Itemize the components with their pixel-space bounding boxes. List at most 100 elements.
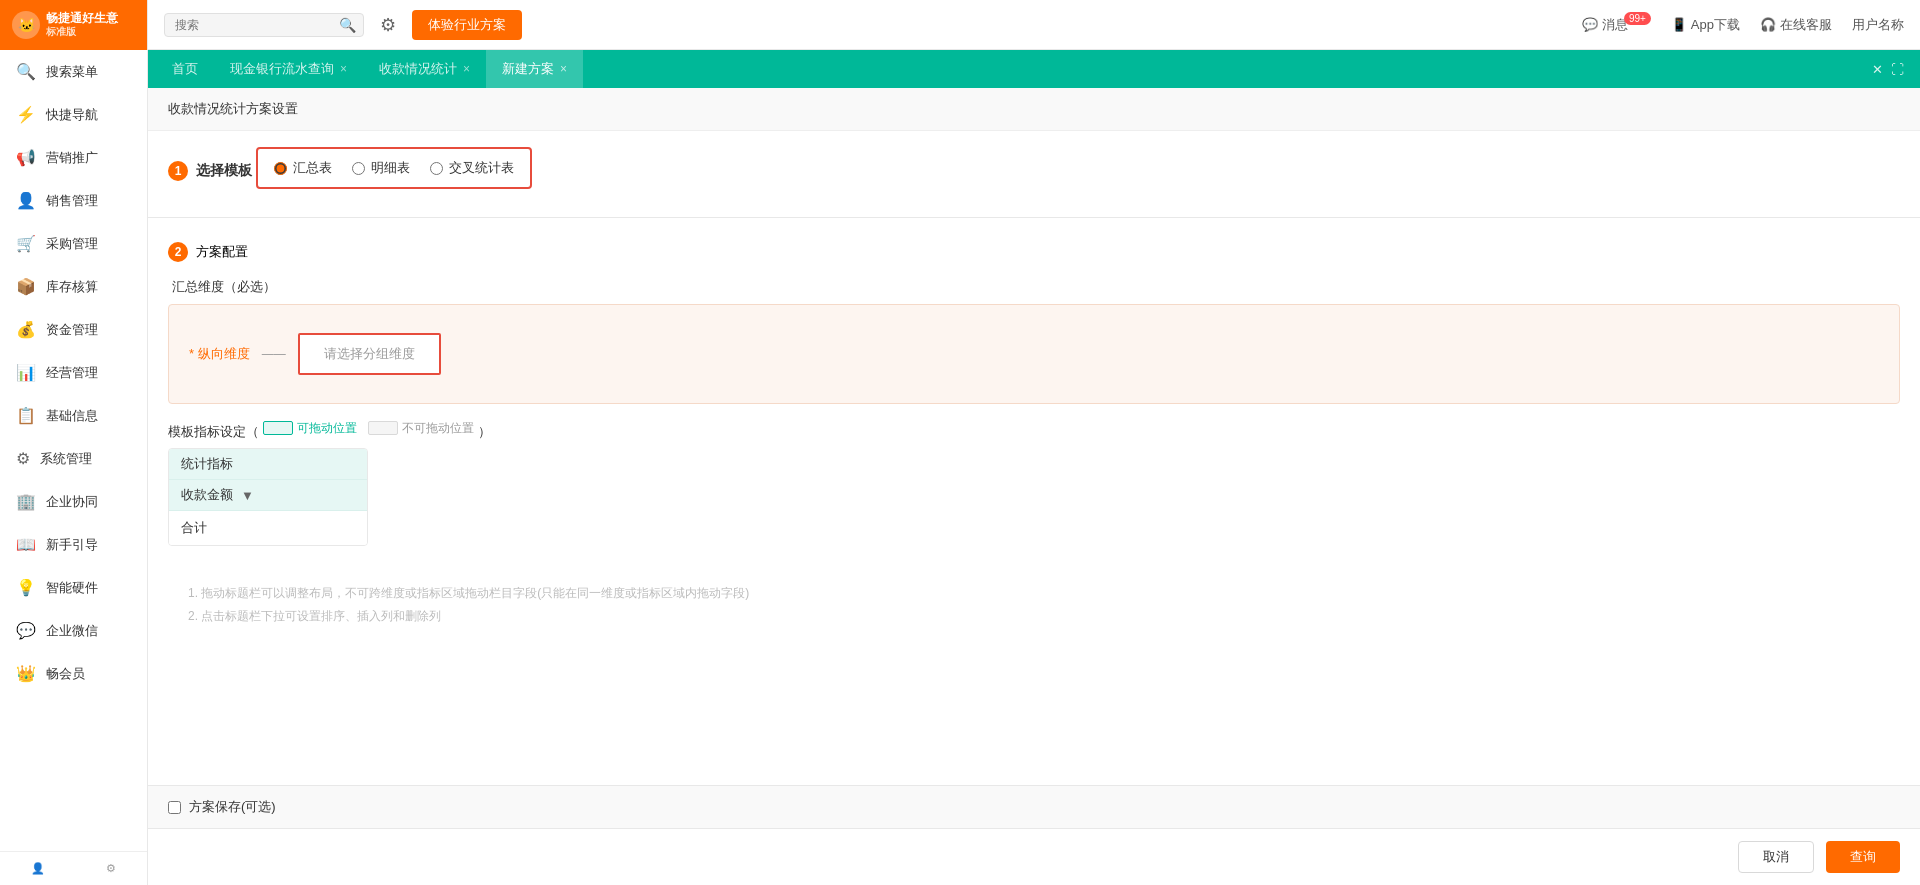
section-config: 2 方案配置 汇总维度（必选） * 纵向维度 —— 请选择分组维度 模板指标设定… (148, 226, 1920, 660)
notification-item[interactable]: 💬 消息 99+ (1582, 16, 1651, 34)
sidebar-item-3[interactable]: 👤 销售管理 (0, 179, 147, 222)
query-button[interactable]: 查询 (1826, 841, 1900, 873)
cancel-button[interactable]: 取消 (1738, 841, 1814, 873)
tab-label-0: 首页 (172, 60, 198, 78)
radio-detail[interactable]: 明细表 (352, 159, 410, 177)
sidebar-icon-3: 👤 (16, 191, 36, 210)
radio-cross-input[interactable] (430, 162, 443, 175)
sidebar-label-12: 智能硬件 (46, 579, 98, 597)
sidebar-label-8: 基础信息 (46, 407, 98, 425)
step2-label: 2 方案配置 (168, 242, 1900, 262)
sidebar-item-0[interactable]: 🔍搜索菜单 (0, 50, 147, 93)
tab-close-3[interactable]: × (560, 62, 567, 76)
sidebar-item-11[interactable]: 📖 新手引导 (0, 523, 147, 566)
stats-label-row: 统计指标 (169, 449, 367, 480)
sidebar-label-3: 销售管理 (46, 192, 98, 210)
save-checkbox-label[interactable]: 方案保存(可选) (189, 798, 276, 816)
tab-close-1[interactable]: × (340, 62, 347, 76)
indicator-label: 模板指标设定（ 可拖动位置 不可拖动位置 ） (168, 420, 1900, 441)
sidebar-item-4[interactable]: 🛒 采购管理 (0, 222, 147, 265)
sidebar-item-13[interactable]: 💬企业微信 (0, 609, 147, 652)
sidebar-label-5: 库存核算 (46, 278, 98, 296)
indicator-table: 统计指标 收款金额 ▼ 合计 (168, 448, 368, 546)
step1-label: 1 选择模板 (168, 161, 252, 181)
stats-label: 统计指标 (181, 455, 233, 473)
section-template: 1 选择模板 汇总表 明细表 (148, 131, 1920, 209)
sidebar-label-14: 畅会员 (46, 665, 85, 683)
search-input[interactable] (164, 13, 364, 37)
bottom-bar: 取消 查询 (148, 828, 1920, 885)
tip-2: 2. 点击标题栏下拉可设置排序、插入列和删除列 (188, 608, 1880, 625)
sidebar-logo: 🐱 畅捷通好生意 标准版 (0, 0, 147, 50)
trial-button[interactable]: 体验行业方案 (412, 10, 522, 40)
sidebar-icon-14: 👑 (16, 664, 36, 683)
arrow-icon: —— (262, 347, 286, 361)
sidebar-item-1[interactable]: ⚡ 快捷导航 (0, 93, 147, 136)
sidebar-label-7: 经营管理 (46, 364, 98, 382)
tab-0[interactable]: 首页 (156, 50, 214, 88)
sidebar-bottom-avatar1[interactable]: 👤 (31, 862, 45, 875)
hint-draggable-box (263, 421, 293, 435)
tip-section: 1. 拖动标题栏可以调整布局，不可跨维度或指标区域拖动栏目字段(只能在同一维度或… (168, 573, 1900, 643)
user-label: 用户名称 (1852, 16, 1904, 34)
radio-cross[interactable]: 交叉统计表 (430, 159, 514, 177)
sidebar-label-11: 新手引导 (46, 536, 98, 554)
user-item[interactable]: 用户名称 (1852, 16, 1904, 34)
content-inner: 收款情况统计方案设置 1 选择模板 汇总表 明细表 (148, 88, 1920, 785)
settings-icon[interactable]: ⚙ (380, 14, 396, 36)
download-item[interactable]: 📱 App下载 (1671, 16, 1740, 34)
sidebar-item-14[interactable]: 👑 畅会员 (0, 652, 147, 695)
service-item[interactable]: 🎧 在线客服 (1760, 16, 1832, 34)
sidebar-icon-0: 🔍 (16, 62, 36, 81)
sidebar-icon-11: 📖 (16, 535, 36, 554)
tab-3[interactable]: 新建方案 × (486, 50, 583, 88)
tab-2[interactable]: 收款情况统计 × (363, 50, 486, 88)
sidebar-item-12[interactable]: 💡 智能硬件 (0, 566, 147, 609)
tab-close-2[interactable]: × (463, 62, 470, 76)
radio-cross-label: 交叉统计表 (449, 159, 514, 177)
logo-icon: 🐱 (12, 11, 40, 39)
fixed-label: 不可拖动位置 (402, 420, 474, 437)
column-dropdown-icon[interactable]: ▼ (241, 488, 254, 503)
vertical-label-text: * 纵向维度 (189, 345, 250, 363)
radio-summary-label: 汇总表 (293, 159, 332, 177)
footer: 方案保存(可选) (148, 785, 1920, 828)
sidebar-label-9: 系统管理 (40, 450, 92, 468)
dimension-placeholder[interactable]: 请选择分组维度 (298, 333, 441, 375)
save-checkbox[interactable] (168, 801, 181, 814)
topbar: 🔍 ⚙ 体验行业方案 💬 消息 99+ 📱 App下载 🎧 在线客服 用户名称 (148, 0, 1920, 50)
sidebar-bottom-avatar2[interactable]: ⚙ (106, 862, 116, 875)
sidebar-item-7[interactable]: 📊经营管理 (0, 351, 147, 394)
sidebar-icon-5: 📦 (16, 277, 36, 296)
sidebar-label-10: 企业协同 (46, 493, 98, 511)
sidebar: 🐱 畅捷通好生意 标准版 🔍搜索菜单 ⚡ 快捷导航 📢营销推广 👤 销售管理 🛒 采购管理 📦 库… (0, 0, 148, 885)
tab-expand-icon[interactable]: ⛶ (1891, 62, 1904, 77)
sidebar-icon-4: 🛒 (16, 234, 36, 253)
sidebar-item-2[interactable]: 📢营销推广 (0, 136, 147, 179)
column-header-row: 收款金额 ▼ (169, 480, 367, 511)
radio-summary[interactable]: 汇总表 (274, 159, 332, 177)
tab-label-3: 新建方案 (502, 60, 554, 78)
search-wrap: 🔍 (164, 13, 364, 37)
sidebar-icon-12: 💡 (16, 578, 36, 597)
service-label: 在线客服 (1780, 16, 1832, 34)
sidebar-item-9[interactable]: ⚙系统管理 (0, 437, 147, 480)
indicator-section: 模板指标设定（ 可拖动位置 不可拖动位置 ） (168, 420, 1900, 550)
sidebar-icon-10: 🏢 (16, 492, 36, 511)
tab-close-all-icon[interactable]: ✕ (1872, 62, 1883, 77)
sidebar-icon-1: ⚡ (16, 105, 36, 124)
draggable-label: 可拖动位置 (297, 420, 357, 437)
sidebar-label-1: 快捷导航 (46, 106, 98, 124)
radio-summary-input[interactable] (274, 162, 287, 175)
column-header-text: 收款金额 (181, 486, 233, 504)
sidebar-item-5[interactable]: 📦 库存核算 (0, 265, 147, 308)
sidebar-item-6[interactable]: 💰资金管理 (0, 308, 147, 351)
sidebar-label-4: 采购管理 (46, 235, 98, 253)
sidebar-item-8[interactable]: 📋基础信息 (0, 394, 147, 437)
radio-detail-input[interactable] (352, 162, 365, 175)
tab-1[interactable]: 现金银行流水查询 × (214, 50, 363, 88)
page-title: 收款情况统计方案设置 (148, 88, 1920, 131)
search-icon: 🔍 (339, 17, 356, 33)
step1-num: 1 (168, 161, 188, 181)
sidebar-item-10[interactable]: 🏢 企业协同 (0, 480, 147, 523)
